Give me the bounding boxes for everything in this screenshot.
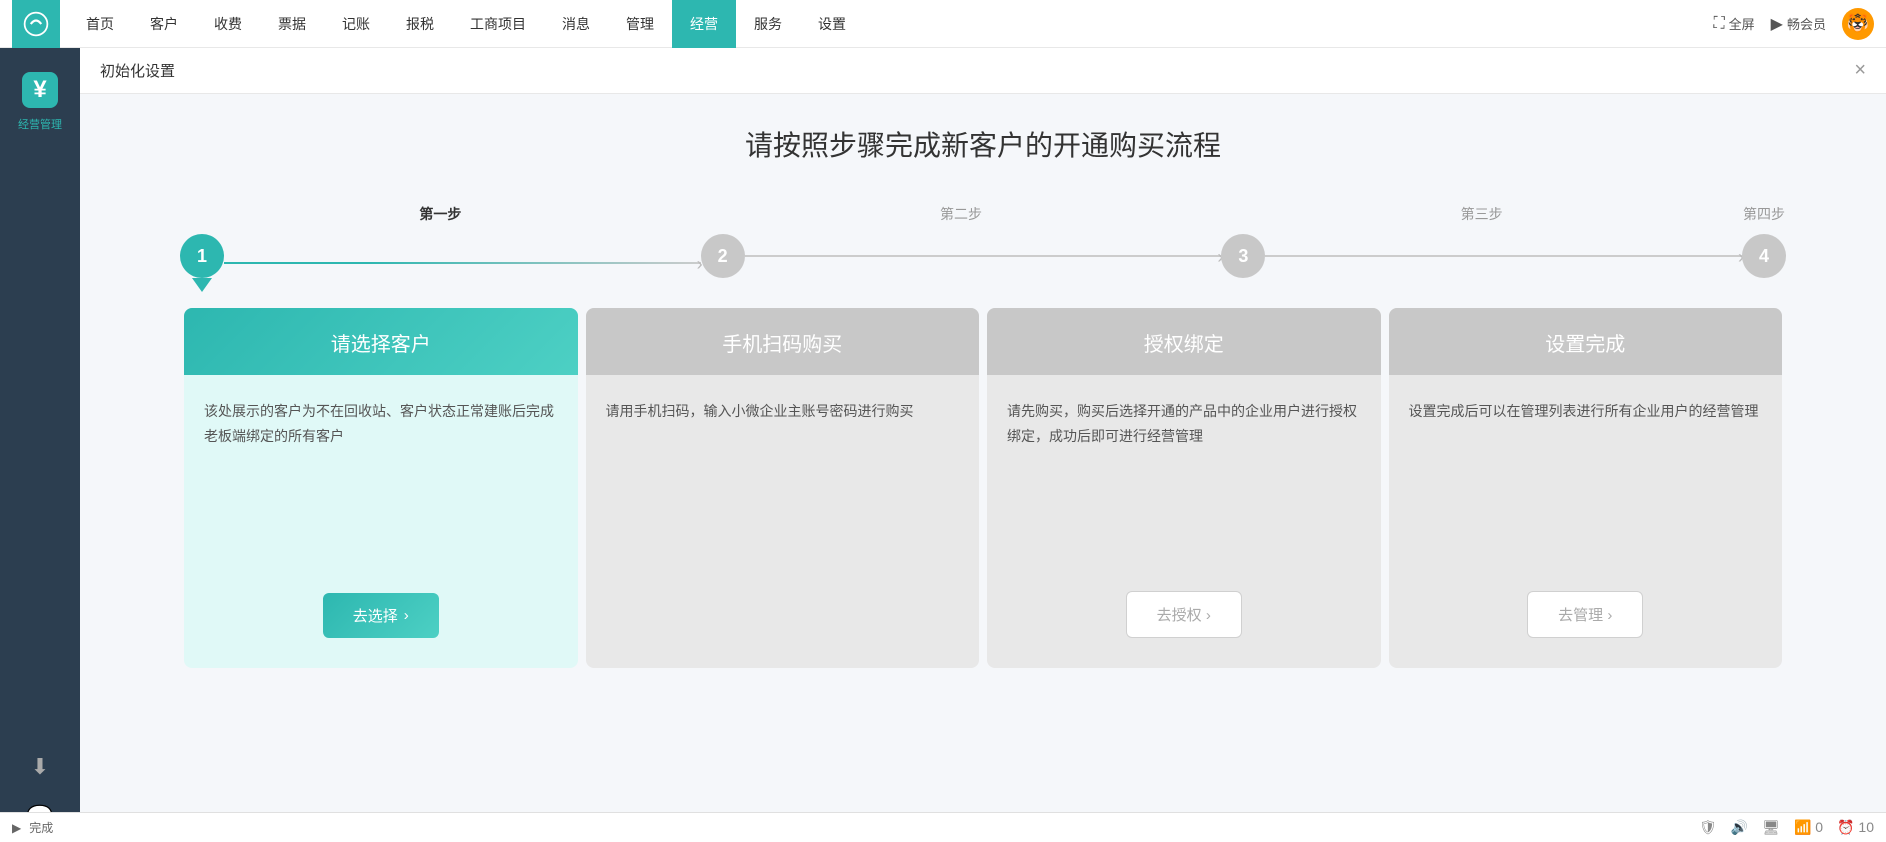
page-title: 初始化设置 [100, 60, 175, 81]
nav-invoice[interactable]: 票据 [260, 0, 324, 48]
step-4-circle: 4 [1742, 234, 1786, 278]
status-text: 完成 [29, 819, 53, 836]
step-card-4-header: 设置完成 [1389, 308, 1783, 375]
steps-indicator: 第一步 1 › 第二步 2 [120, 204, 1846, 292]
vip-btn[interactable]: ▶ 畅会员 [1771, 14, 1826, 34]
nav-logo [12, 0, 60, 48]
sound-icon: 🔊 [1731, 819, 1748, 836]
nav-operation[interactable]: 经营 [672, 0, 736, 48]
shield-icon: 🛡 [1699, 819, 1717, 836]
nav-right: ⛶ 全屏 ▶ 畅会员 🐯 [1713, 8, 1874, 40]
bottom-bar: ▶ 完成 🛡 🔊 🖥 📶 0 ⏰ 10 [0, 812, 1886, 842]
step-4-label: 第四步 [1743, 204, 1785, 224]
nav-service[interactable]: 服务 [736, 0, 800, 48]
step-card-1-header: 请选择客户 [184, 308, 578, 375]
nav-home[interactable]: 首页 [68, 0, 132, 48]
main-content: 初始化设置 × 请按照步骤完成新客户的开通购买流程 第一步 1 › [80, 48, 1886, 842]
operation-icon: ¥ [22, 72, 58, 108]
step-1-button[interactable]: 去选择 › [323, 593, 439, 638]
page-header: 初始化设置 × [80, 48, 1886, 94]
step-3-button[interactable]: 去授权 › [1126, 591, 1242, 638]
step-4-wrapper: 第四步 4 [1742, 204, 1786, 278]
nav-items: 首页 客户 收费 票据 记账 报税 工商项目 消息 管理 经营 服务 设置 [68, 0, 1713, 48]
step-1-pointer [192, 278, 212, 292]
nav-manage[interactable]: 管理 [608, 0, 672, 48]
main-heading: 请按照步骤完成新客户的开通购买流程 [120, 124, 1846, 164]
step-card-2-footer [586, 638, 980, 648]
step-card-1-footer: 去选择 › [184, 593, 578, 648]
content-area: 请按照步骤完成新客户的开通购买流程 第一步 1 › 第二步 [80, 94, 1886, 842]
sidebar: ¥ 经营管理 ⬇ 💬 [0, 48, 80, 842]
sidebar-item-label: 经营管理 [18, 116, 62, 132]
bottom-icons: 🛡 🔊 🖥 📶 0 ⏰ 10 [1699, 819, 1874, 836]
step-card-3: 授权绑定 请先购买，购买后选择开通的产品中的企业用户进行授权绑定，成功后即可进行… [987, 308, 1381, 668]
nav-bookkeep[interactable]: 记账 [324, 0, 388, 48]
nav-fee[interactable]: 收费 [196, 0, 260, 48]
step-3-circle: 3 [1221, 234, 1265, 278]
step-card-3-header: 授权绑定 [987, 308, 1381, 375]
nav-client[interactable]: 客户 [132, 0, 196, 48]
nav-business[interactable]: 工商项目 [452, 0, 544, 48]
play-icon: ▶ [12, 821, 21, 835]
step-card-1: 请选择客户 该处展示的客户为不在回收站、客户状态正常建账后完成老板端绑定的所有客… [184, 308, 578, 668]
sidebar-download[interactable]: ⬇ [0, 742, 80, 792]
sidebar-item-operation[interactable]: ¥ 经营管理 [0, 60, 80, 144]
step-1-label: 第一步 [419, 204, 461, 224]
close-button[interactable]: × [1854, 59, 1866, 82]
step-card-4: 设置完成 设置完成后可以在管理列表进行所有企业用户的经营管理 去管理 › [1389, 308, 1783, 668]
step-3-label: 第三步 [1461, 204, 1503, 224]
nav-message[interactable]: 消息 [544, 0, 608, 48]
step-card-2: 手机扫码购买 请用手机扫码，输入小微企业主账号密码进行购买 [586, 308, 980, 668]
clock-icon: ⏰ 10 [1837, 819, 1874, 836]
step-1-circle: 1 [180, 234, 224, 278]
step-2-label: 第二步 [940, 204, 982, 224]
step-card-1-body: 该处展示的客户为不在回收站、客户状态正常建账后完成老板端绑定的所有客户 [184, 375, 578, 593]
step-card-3-body: 请先购买，购买后选择开通的产品中的企业用户进行授权绑定，成功后即可进行经营管理 [987, 375, 1381, 591]
step-2-circle: 2 [701, 234, 745, 278]
screen-icon: 🖥 [1762, 819, 1780, 836]
top-nav: 首页 客户 收费 票据 记账 报税 工商项目 消息 管理 经营 服务 设置 ⛶ … [0, 0, 1886, 48]
avatar[interactable]: 🐯 [1842, 8, 1874, 40]
fullscreen-btn[interactable]: ⛶ 全屏 [1713, 14, 1754, 33]
nav-tax[interactable]: 报税 [388, 0, 452, 48]
step-3-wrapper: 第三步 3 › [1221, 204, 1742, 278]
step-card-3-footer: 去授权 › [987, 591, 1381, 648]
step-card-4-body: 设置完成后可以在管理列表进行所有企业用户的经营管理 [1389, 375, 1783, 591]
signal-icon: 📶 0 [1794, 819, 1823, 836]
step-1-wrapper: 第一步 1 › [180, 204, 701, 292]
cards-container: 请选择客户 该处展示的客户为不在回收站、客户状态正常建账后完成老板端绑定的所有客… [120, 308, 1846, 668]
step-card-2-header: 手机扫码购买 [586, 308, 980, 375]
step-card-4-footer: 去管理 › [1389, 591, 1783, 648]
nav-settings[interactable]: 设置 [800, 0, 864, 48]
step-2-wrapper: 第二步 2 › [701, 204, 1222, 278]
step-card-2-body: 请用手机扫码，输入小微企业主账号密码进行购买 [586, 375, 980, 638]
step-4-button[interactable]: 去管理 › [1527, 591, 1643, 638]
